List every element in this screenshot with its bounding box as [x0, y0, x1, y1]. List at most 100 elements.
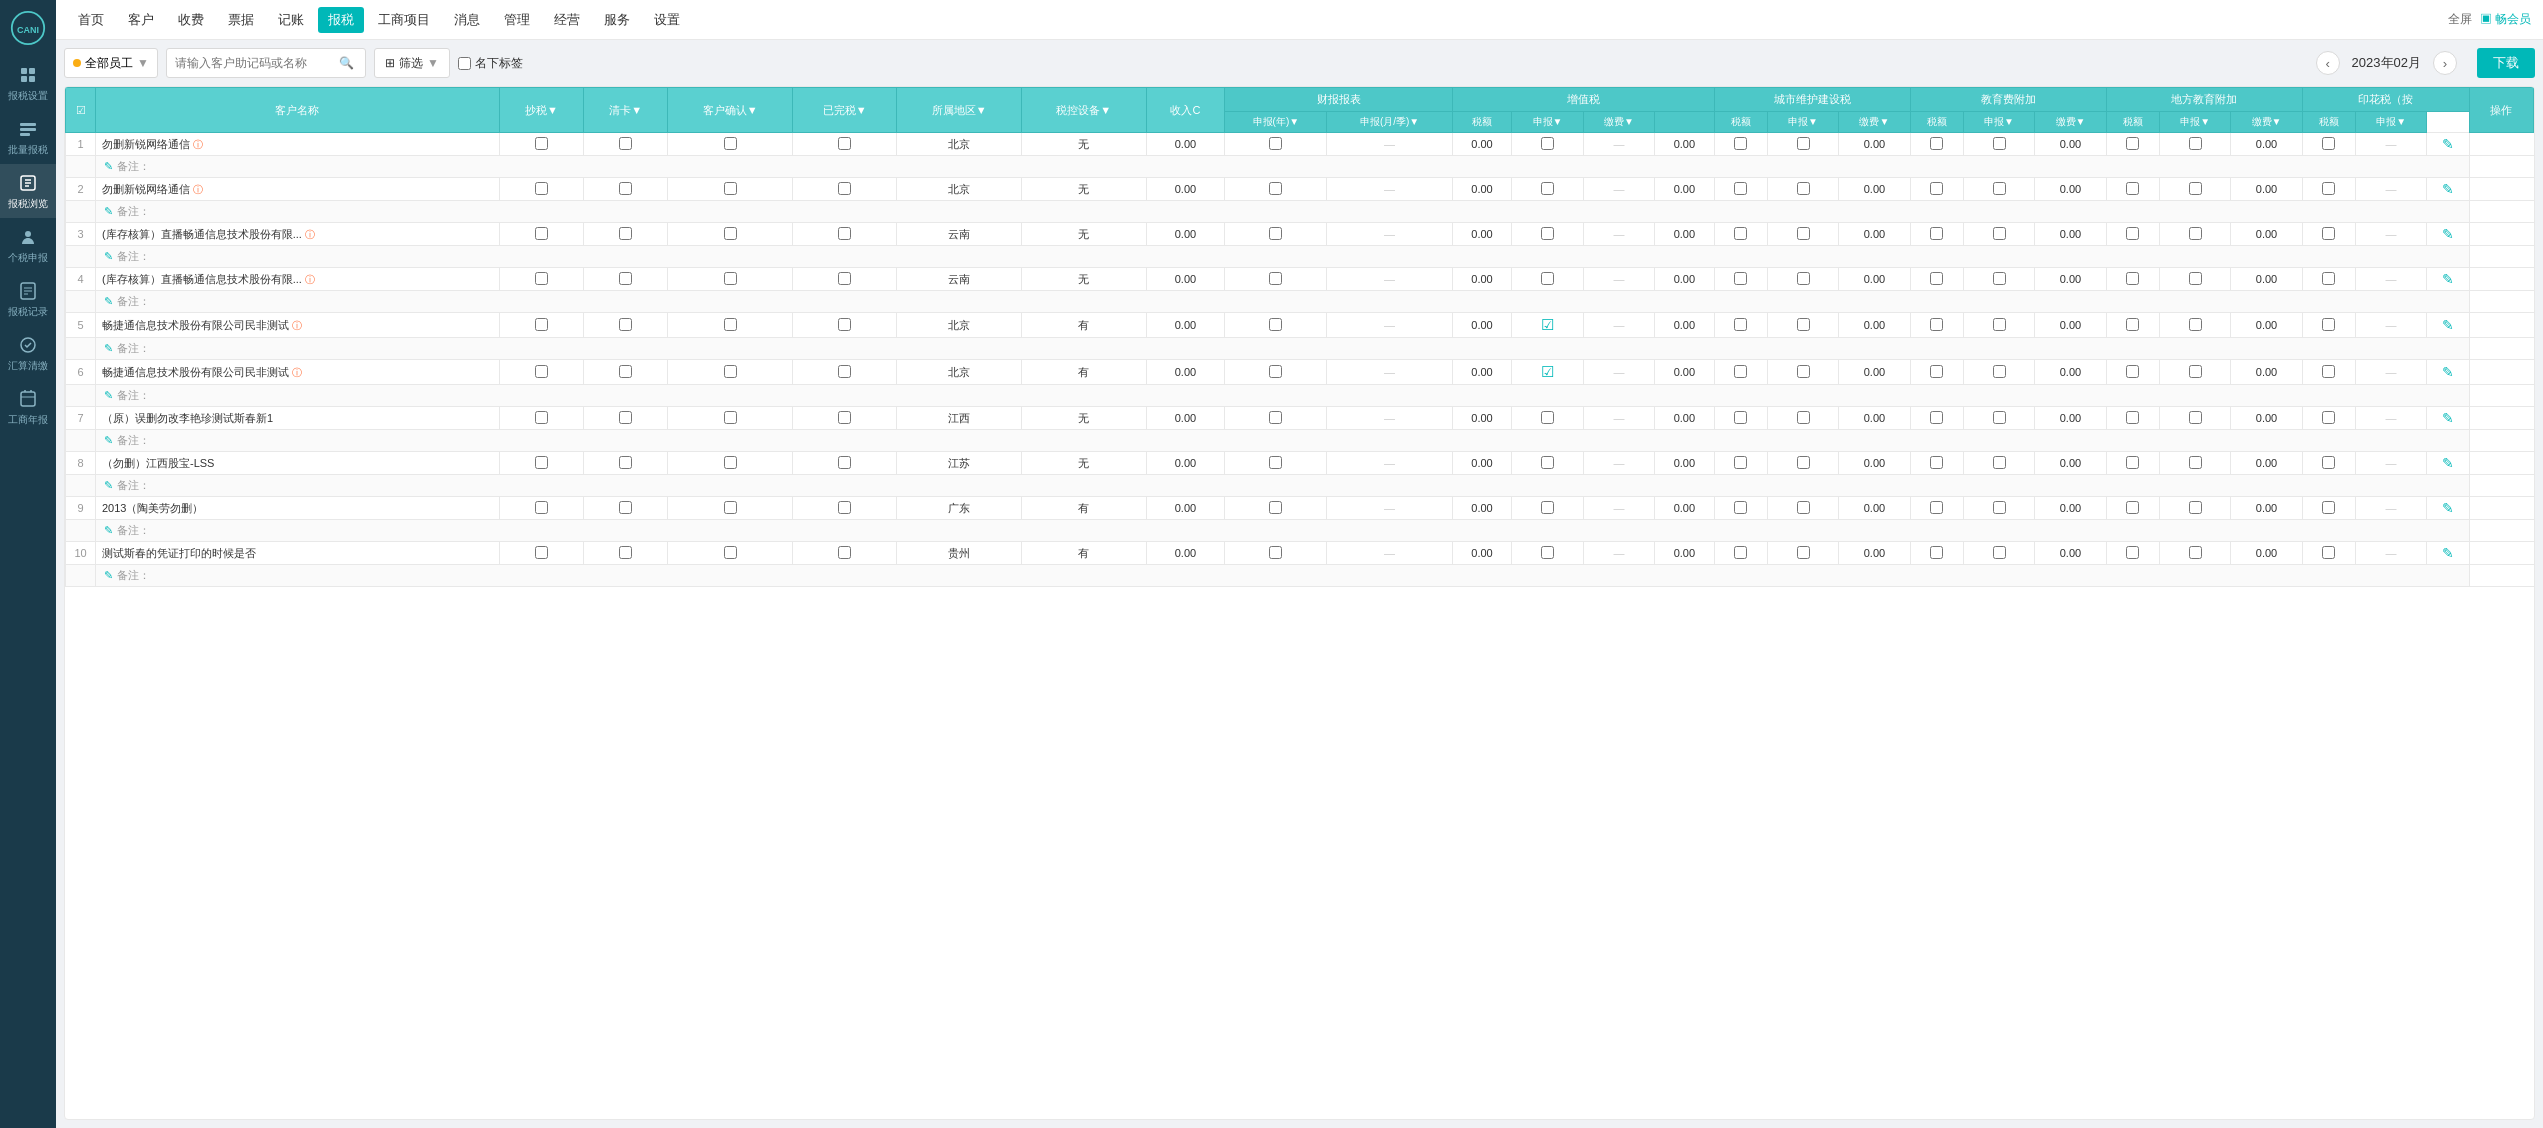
qingka-cb[interactable] — [619, 137, 632, 150]
action-cell[interactable]: ✎ — [2427, 407, 2469, 430]
city-sb-cb[interactable] — [1734, 272, 1747, 285]
chaoshui-cell[interactable] — [499, 542, 583, 565]
local-edu-jf-cb[interactable] — [2189, 456, 2202, 469]
khqr-cell[interactable] — [668, 360, 793, 385]
sb-year-cell[interactable] — [1225, 542, 1327, 565]
edu-sb-cell[interactable] — [1910, 223, 1963, 246]
city-jf-cell[interactable] — [1767, 223, 1838, 246]
city-jf-cb[interactable] — [1797, 137, 1810, 150]
stamp-sb-cb[interactable] — [2322, 365, 2335, 378]
local-edu-sb-cell[interactable] — [2106, 268, 2159, 291]
city-jf-cb[interactable] — [1797, 411, 1810, 424]
sb-year-cell[interactable] — [1225, 313, 1327, 338]
edu-jf-cell[interactable] — [1963, 133, 2034, 156]
sb-year-cb[interactable] — [1269, 501, 1282, 514]
chaoshui-cell[interactable] — [499, 178, 583, 201]
city-sb-cell[interactable] — [1714, 452, 1767, 475]
vat-sb-cell[interactable] — [1512, 497, 1583, 520]
edu-jf-cell[interactable] — [1963, 452, 2034, 475]
stamp-sb-cb[interactable] — [2322, 137, 2335, 150]
edu-jf-cb[interactable] — [1993, 456, 2006, 469]
edit-icon[interactable]: ✎ — [2442, 271, 2454, 287]
local-edu-sb-cell[interactable] — [2106, 497, 2159, 520]
stamp-sb-cell[interactable] — [2302, 268, 2355, 291]
edit-icon[interactable]: ✎ — [2442, 317, 2454, 333]
action-cell[interactable]: ✎ — [2427, 360, 2469, 385]
stamp-sb-cell[interactable] — [2302, 542, 2355, 565]
city-jf-cell[interactable] — [1767, 407, 1838, 430]
vat-sb-cb[interactable] — [1541, 137, 1554, 150]
action-cell[interactable]: ✎ — [2427, 497, 2469, 520]
edu-jf-cb[interactable] — [1993, 318, 2006, 331]
city-sb-cb[interactable] — [1734, 182, 1747, 195]
vat-sb-cb[interactable] — [1541, 546, 1554, 559]
city-sb-cell[interactable] — [1714, 360, 1767, 385]
local-edu-jf-cell[interactable] — [2159, 497, 2230, 520]
city-sb-cell[interactable] — [1714, 313, 1767, 338]
chaoshui-cell[interactable] — [499, 407, 583, 430]
stamp-sb-cb[interactable] — [2322, 546, 2335, 559]
khqr-cb[interactable] — [724, 318, 737, 331]
city-sb-cell[interactable] — [1714, 133, 1767, 156]
nav-bookkeeping[interactable]: 记账 — [268, 7, 314, 33]
edu-sb-cb[interactable] — [1930, 272, 1943, 285]
city-jf-cell[interactable] — [1767, 133, 1838, 156]
sb-year-cell[interactable] — [1225, 178, 1327, 201]
stamp-sb-cell[interactable] — [2302, 407, 2355, 430]
sb-year-cb[interactable] — [1269, 411, 1282, 424]
qingka-cb[interactable] — [619, 182, 632, 195]
chaoshui-cell[interactable] — [499, 223, 583, 246]
nav-fee[interactable]: 收费 — [168, 7, 214, 33]
local-edu-sb-cb[interactable] — [2126, 272, 2139, 285]
local-edu-jf-cb[interactable] — [2189, 546, 2202, 559]
local-edu-sb-cb[interactable] — [2126, 546, 2139, 559]
sb-year-cell[interactable] — [1225, 407, 1327, 430]
stamp-sb-cell[interactable] — [2302, 313, 2355, 338]
city-jf-cb[interactable] — [1797, 501, 1810, 514]
local-edu-jf-cb[interactable] — [2189, 501, 2202, 514]
name-tag-checkbox[interactable] — [458, 57, 471, 70]
chaoshui-cell[interactable] — [499, 133, 583, 156]
ywanshui-cell[interactable] — [792, 133, 896, 156]
chaoshui-cell[interactable] — [499, 360, 583, 385]
local-edu-sb-cb[interactable] — [2126, 227, 2139, 240]
edu-sb-cell[interactable] — [1910, 452, 1963, 475]
city-jf-cb[interactable] — [1797, 272, 1810, 285]
edu-sb-cell[interactable] — [1910, 178, 1963, 201]
edu-jf-cb[interactable] — [1993, 501, 2006, 514]
local-edu-jf-cb[interactable] — [2189, 137, 2202, 150]
vat-sb-cb[interactable] — [1541, 272, 1554, 285]
local-edu-sb-cb[interactable] — [2126, 501, 2139, 514]
city-jf-cell[interactable] — [1767, 178, 1838, 201]
city-jf-cb[interactable] — [1797, 546, 1810, 559]
edu-jf-cb[interactable] — [1993, 182, 2006, 195]
qingka-cell[interactable] — [584, 133, 668, 156]
qingka-cell[interactable] — [584, 497, 668, 520]
city-jf-cell[interactable] — [1767, 497, 1838, 520]
qingka-cell[interactable] — [584, 223, 668, 246]
chaoshui-cb[interactable] — [535, 137, 548, 150]
local-edu-jf-cb[interactable] — [2189, 227, 2202, 240]
action-cell[interactable]: ✎ — [2427, 313, 2469, 338]
vat-sb-cb[interactable] — [1541, 411, 1554, 424]
edu-jf-cell[interactable] — [1963, 268, 2034, 291]
stamp-sb-cb[interactable] — [2322, 456, 2335, 469]
download-button[interactable]: 下载 — [2477, 48, 2535, 78]
sb-year-cell[interactable] — [1225, 133, 1327, 156]
prev-month-button[interactable]: ‹ — [2316, 51, 2340, 75]
nav-home[interactable]: 首页 — [68, 7, 114, 33]
city-jf-cb[interactable] — [1797, 318, 1810, 331]
local-edu-jf-cb[interactable] — [2189, 182, 2202, 195]
sb-year-cell[interactable] — [1225, 223, 1327, 246]
edit-icon[interactable]: ✎ — [2442, 181, 2454, 197]
stamp-sb-cell[interactable] — [2302, 497, 2355, 520]
sb-year-cb[interactable] — [1269, 365, 1282, 378]
khqr-cell[interactable] — [668, 497, 793, 520]
stamp-sb-cell[interactable] — [2302, 223, 2355, 246]
stamp-sb-cb[interactable] — [2322, 272, 2335, 285]
khqr-cell[interactable] — [668, 178, 793, 201]
ywanshui-cb[interactable] — [838, 411, 851, 424]
local-edu-jf-cell[interactable] — [2159, 313, 2230, 338]
chaoshui-cell[interactable] — [499, 452, 583, 475]
sb-year-cb[interactable] — [1269, 318, 1282, 331]
